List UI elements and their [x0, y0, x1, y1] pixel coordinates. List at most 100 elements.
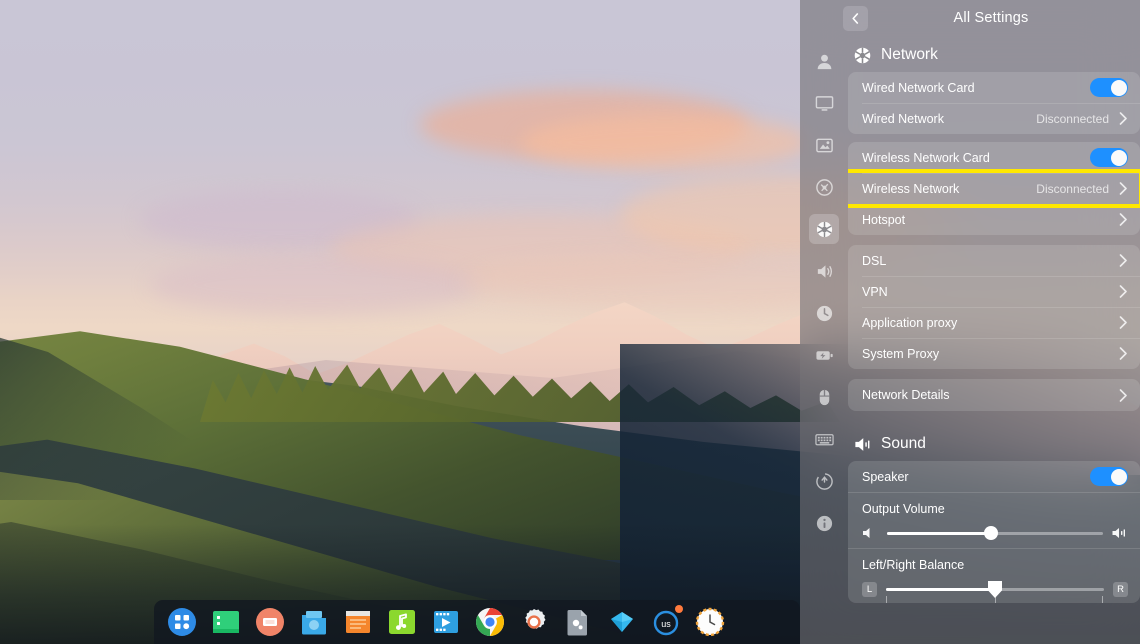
chevron-right-icon	[1119, 347, 1127, 360]
volume-track[interactable]	[887, 526, 1103, 540]
wallpaper-cloud	[520, 115, 810, 170]
rail-item-personalization[interactable]	[809, 172, 839, 202]
dock-item-screenshot[interactable]	[248, 600, 292, 644]
control-center-panel: All Settings Network Wired Network Card …	[800, 0, 1140, 644]
balance-tick	[995, 596, 996, 603]
network-diamond-icon	[611, 612, 633, 632]
row-label: Hotspot	[862, 212, 906, 227]
clock-icon	[695, 607, 725, 637]
balance-tick	[886, 596, 887, 603]
chevron-right-icon	[1119, 213, 1127, 226]
dock-item-music-player[interactable]	[380, 600, 424, 644]
sound-speaker-icon	[852, 434, 872, 454]
balance-tick	[1101, 596, 1103, 603]
balance-label: Left/Right Balance	[862, 558, 965, 572]
dock-item-text-editor[interactable]	[336, 600, 380, 644]
row-system-proxy[interactable]: System Proxy	[848, 338, 1140, 369]
row-vpn[interactable]: VPN	[848, 276, 1140, 307]
keyboard-layout-label: us	[661, 619, 671, 629]
rail-item-mouse[interactable]	[809, 382, 839, 412]
panel-header: All Settings	[800, 0, 1140, 36]
mouse-icon	[819, 389, 829, 405]
info-icon	[816, 515, 832, 531]
back-button[interactable]	[843, 6, 868, 31]
volume-max-icon[interactable]	[1112, 526, 1128, 540]
notification-dot	[675, 605, 683, 613]
sound-card: Speaker Output Volume Left/Right Balance…	[848, 461, 1140, 603]
terminal-icon	[213, 611, 239, 633]
rail-item-power[interactable]	[809, 340, 839, 370]
toggle-wired-network-card[interactable]	[1090, 78, 1128, 97]
row-speaker[interactable]: Speaker	[848, 461, 1140, 492]
video-player-icon	[434, 611, 458, 633]
launcher-icon	[168, 608, 196, 636]
account-icon	[817, 54, 831, 69]
display-icon	[815, 95, 833, 111]
row-wired-network[interactable]: Wired Network Disconnected	[848, 103, 1140, 134]
row-wireless-network[interactable]: Wireless Network Disconnected	[848, 169, 1140, 208]
volume-fill	[887, 531, 991, 535]
rail-item-default-apps[interactable]	[809, 130, 839, 160]
row-label: Wireless Network Card	[862, 150, 990, 165]
row-application-proxy[interactable]: Application proxy	[848, 307, 1140, 338]
dock-item-clock[interactable]	[688, 600, 732, 644]
dock-item-settings[interactable]	[512, 600, 556, 644]
dock-item-document[interactable]	[556, 600, 600, 644]
dock-item-file-manager[interactable]	[292, 600, 336, 644]
personalization-icon	[815, 178, 833, 196]
balance-block: Left/Right Balance L R	[848, 548, 1140, 603]
dock-item-terminal[interactable]	[204, 600, 248, 644]
dock-item-keyboard-layout[interactable]: us	[644, 600, 688, 644]
row-label: Application proxy	[862, 315, 958, 330]
toggle-knob	[1110, 149, 1127, 166]
chevron-right-icon	[1119, 112, 1127, 125]
taskbar-dock: us	[154, 600, 800, 644]
rail-item-system-info[interactable]	[809, 508, 839, 538]
network-card-protocols: DSL VPN Application proxy System Proxy	[848, 245, 1140, 369]
network-card-wireless: Wireless Network Card Wireless Network D…	[848, 142, 1140, 235]
balance-track[interactable]	[886, 581, 1104, 603]
dock-item-launcher[interactable]	[160, 600, 204, 644]
volume-knob[interactable]	[983, 526, 998, 540]
rail-item-display[interactable]	[809, 88, 839, 118]
dock-item-chrome-browser[interactable]	[468, 600, 512, 644]
text-editor-icon	[346, 611, 370, 633]
rail-item-date-time[interactable]	[809, 298, 839, 328]
toggle-knob	[1110, 468, 1127, 485]
rail-item-keyboard[interactable]	[809, 424, 839, 454]
output-volume-slider[interactable]	[862, 526, 1128, 540]
wallpaper-cloud	[150, 255, 480, 315]
row-wireless-network-card[interactable]: Wireless Network Card	[848, 142, 1140, 173]
row-dsl[interactable]: DSL	[848, 245, 1140, 276]
dock-item-network[interactable]	[600, 600, 644, 644]
row-hotspot[interactable]: Hotspot	[848, 204, 1140, 235]
network-card-wired: Wired Network Card Wired Network Disconn…	[848, 72, 1140, 134]
volume-mute-icon[interactable]	[862, 526, 878, 540]
row-wired-network-card[interactable]: Wired Network Card	[848, 72, 1140, 103]
file-manager-icon	[302, 611, 326, 635]
chevron-left-icon	[852, 13, 859, 24]
row-network-details[interactable]: Network Details	[848, 379, 1140, 411]
rail-item-network[interactable]	[809, 214, 839, 244]
chevron-right-icon	[1119, 388, 1127, 402]
toggle-wireless-network-card[interactable]	[1090, 148, 1128, 167]
toggle-speaker[interactable]	[1090, 467, 1128, 486]
row-label: Network Details	[862, 388, 950, 402]
desktop-screen: All Settings Network Wired Network Card …	[0, 0, 1140, 644]
section-header-network: Network	[848, 38, 1140, 72]
section-header-sound: Sound	[848, 427, 1140, 461]
dock-item-video-player[interactable]	[424, 600, 468, 644]
chevron-right-icon	[1119, 182, 1127, 195]
row-label: Wireless Network	[862, 181, 960, 196]
rail-item-accounts[interactable]	[809, 46, 839, 76]
rail-item-update[interactable]	[809, 466, 839, 496]
balance-slider[interactable]: L R	[862, 581, 1128, 603]
datetime-icon	[816, 305, 832, 321]
network-card-details: Network Details	[848, 379, 1140, 411]
section-title-sound: Sound	[881, 435, 926, 452]
chevron-right-icon	[1119, 316, 1127, 329]
row-label: Wired Network Card	[862, 80, 975, 95]
rail-item-sound[interactable]	[809, 256, 839, 286]
output-volume-block: Output Volume	[848, 492, 1140, 548]
section-title-network: Network	[881, 46, 938, 63]
